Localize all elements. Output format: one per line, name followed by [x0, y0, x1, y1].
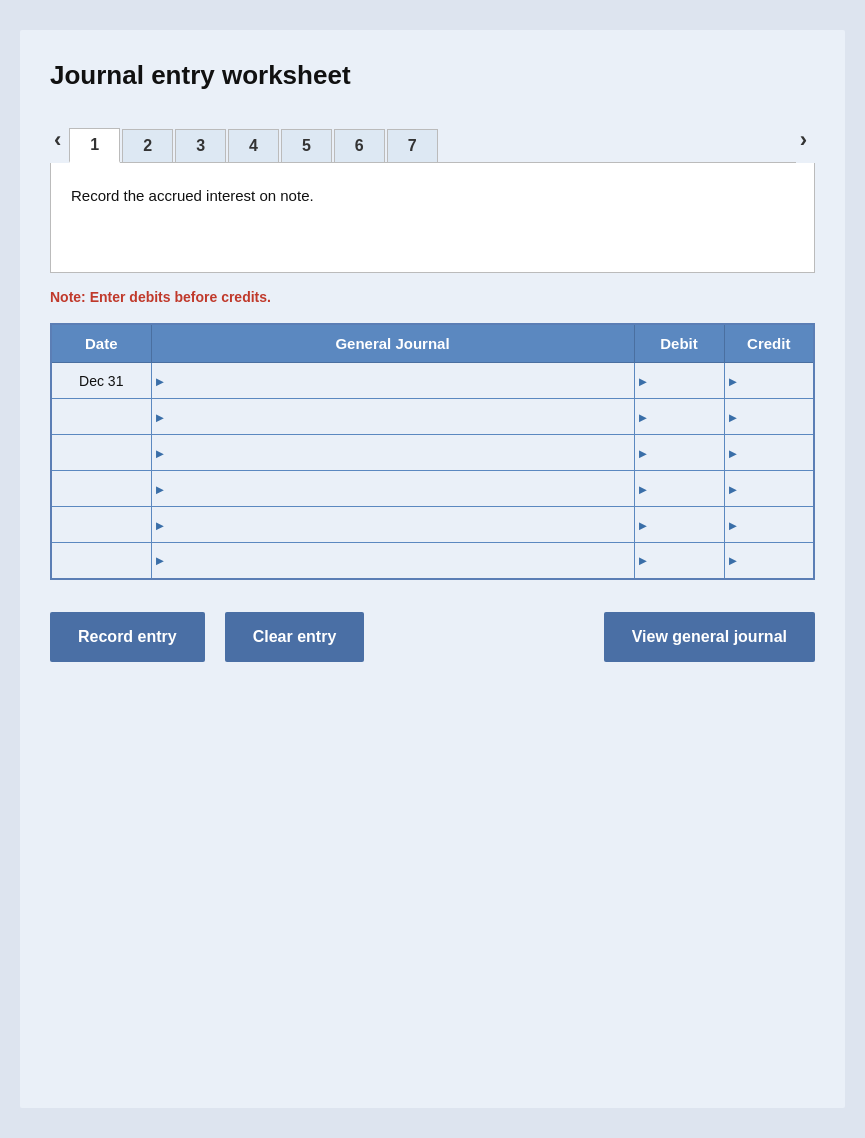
arrow-icon-5: ► [154, 517, 167, 532]
date-cell-1: Dec 31 [51, 363, 151, 399]
debit-cell-3[interactable]: ► [634, 435, 724, 471]
journal-input-2[interactable] [152, 405, 634, 429]
col-header-debit: Debit [634, 324, 724, 363]
arrow-icon-debit-2: ► [637, 409, 650, 424]
tab-prev-arrow[interactable]: ‹ [50, 119, 69, 163]
journal-input-4[interactable] [152, 477, 634, 501]
description-box: Record the accrued interest on note. [50, 163, 815, 273]
arrow-icon-3: ► [154, 445, 167, 460]
arrow-icon-2: ► [154, 409, 167, 424]
journal-table: Date General Journal Debit Credit Dec 31… [50, 323, 815, 580]
clear-entry-button[interactable]: Clear entry [225, 612, 365, 662]
arrow-icon-4: ► [154, 481, 167, 496]
arrow-icon-6: ► [154, 553, 167, 568]
table-row: ► ► ► [51, 543, 814, 579]
date-value-1: Dec 31 [79, 373, 123, 389]
tab-navigation: ‹ 1 2 3 4 5 6 7 › [50, 119, 815, 163]
col-header-credit: Credit [724, 324, 814, 363]
debit-cell-4[interactable]: ► [634, 471, 724, 507]
credit-cell-1[interactable]: ► [724, 363, 814, 399]
arrow-icon-credit-5: ► [727, 517, 740, 532]
col-header-journal: General Journal [151, 324, 634, 363]
date-cell-5 [51, 507, 151, 543]
debit-cell-1[interactable]: ► [634, 363, 724, 399]
description-box-wrapper: Record the accrued interest on note. [50, 163, 815, 273]
arrow-icon-credit-3: ► [727, 445, 740, 460]
tab-4[interactable]: 4 [228, 129, 279, 162]
date-cell-3 [51, 435, 151, 471]
journal-input-3[interactable] [152, 441, 634, 465]
arrow-icon-debit-3: ► [637, 445, 650, 460]
record-entry-button[interactable]: Record entry [50, 612, 205, 662]
credit-cell-6[interactable]: ► [724, 543, 814, 579]
arrow-icon-credit-2: ► [727, 409, 740, 424]
date-cell-2 [51, 399, 151, 435]
journal-cell-4[interactable]: ► [151, 471, 634, 507]
page-title: Journal entry worksheet [50, 60, 815, 91]
table-row: ► ► ► [51, 435, 814, 471]
debit-cell-2[interactable]: ► [634, 399, 724, 435]
credit-cell-2[interactable]: ► [724, 399, 814, 435]
tab-next-arrow[interactable]: › [796, 119, 815, 163]
table-row: Dec 31 ► ► ► [51, 363, 814, 399]
journal-input-6[interactable] [152, 548, 634, 572]
debit-cell-5[interactable]: ► [634, 507, 724, 543]
journal-cell-3[interactable]: ► [151, 435, 634, 471]
credit-cell-5[interactable]: ► [724, 507, 814, 543]
journal-cell-1[interactable]: ► [151, 363, 634, 399]
tab-2[interactable]: 2 [122, 129, 173, 162]
journal-input-5[interactable] [152, 513, 634, 537]
description-text: Record the accrued interest on note. [71, 187, 794, 204]
view-general-journal-button[interactable]: View general journal [604, 612, 815, 662]
arrow-icon-debit-5: ► [637, 517, 650, 532]
credit-cell-4[interactable]: ► [724, 471, 814, 507]
table-row: ► ► ► [51, 507, 814, 543]
credit-cell-3[interactable]: ► [724, 435, 814, 471]
date-cell-6 [51, 543, 151, 579]
arrow-icon-debit-6: ► [637, 553, 650, 568]
arrow-icon-credit-6: ► [727, 553, 740, 568]
date-cell-4 [51, 471, 151, 507]
journal-input-1[interactable] [152, 369, 634, 393]
tab-5[interactable]: 5 [281, 129, 332, 162]
tab-6[interactable]: 6 [334, 129, 385, 162]
buttons-row: Record entry Clear entry View general jo… [50, 612, 815, 662]
page-container: Journal entry worksheet ‹ 1 2 3 4 5 6 7 … [20, 30, 845, 1108]
journal-cell-2[interactable]: ► [151, 399, 634, 435]
arrow-icon-debit-4: ► [637, 481, 650, 496]
tabs-list: 1 2 3 4 5 6 7 [69, 127, 795, 163]
journal-cell-6[interactable]: ► [151, 543, 634, 579]
arrow-icon-credit-4: ► [727, 481, 740, 496]
arrow-icon-1: ► [154, 373, 167, 388]
tab-7[interactable]: 7 [387, 129, 438, 162]
col-header-date: Date [51, 324, 151, 363]
tab-1[interactable]: 1 [69, 128, 120, 163]
arrow-icon-debit-1: ► [637, 373, 650, 388]
table-row: ► ► ► [51, 399, 814, 435]
table-row: ► ► ► [51, 471, 814, 507]
journal-cell-5[interactable]: ► [151, 507, 634, 543]
arrow-icon-credit-1: ► [727, 373, 740, 388]
tab-3[interactable]: 3 [175, 129, 226, 162]
note-text: Note: Enter debits before credits. [50, 289, 815, 305]
debit-cell-6[interactable]: ► [634, 543, 724, 579]
